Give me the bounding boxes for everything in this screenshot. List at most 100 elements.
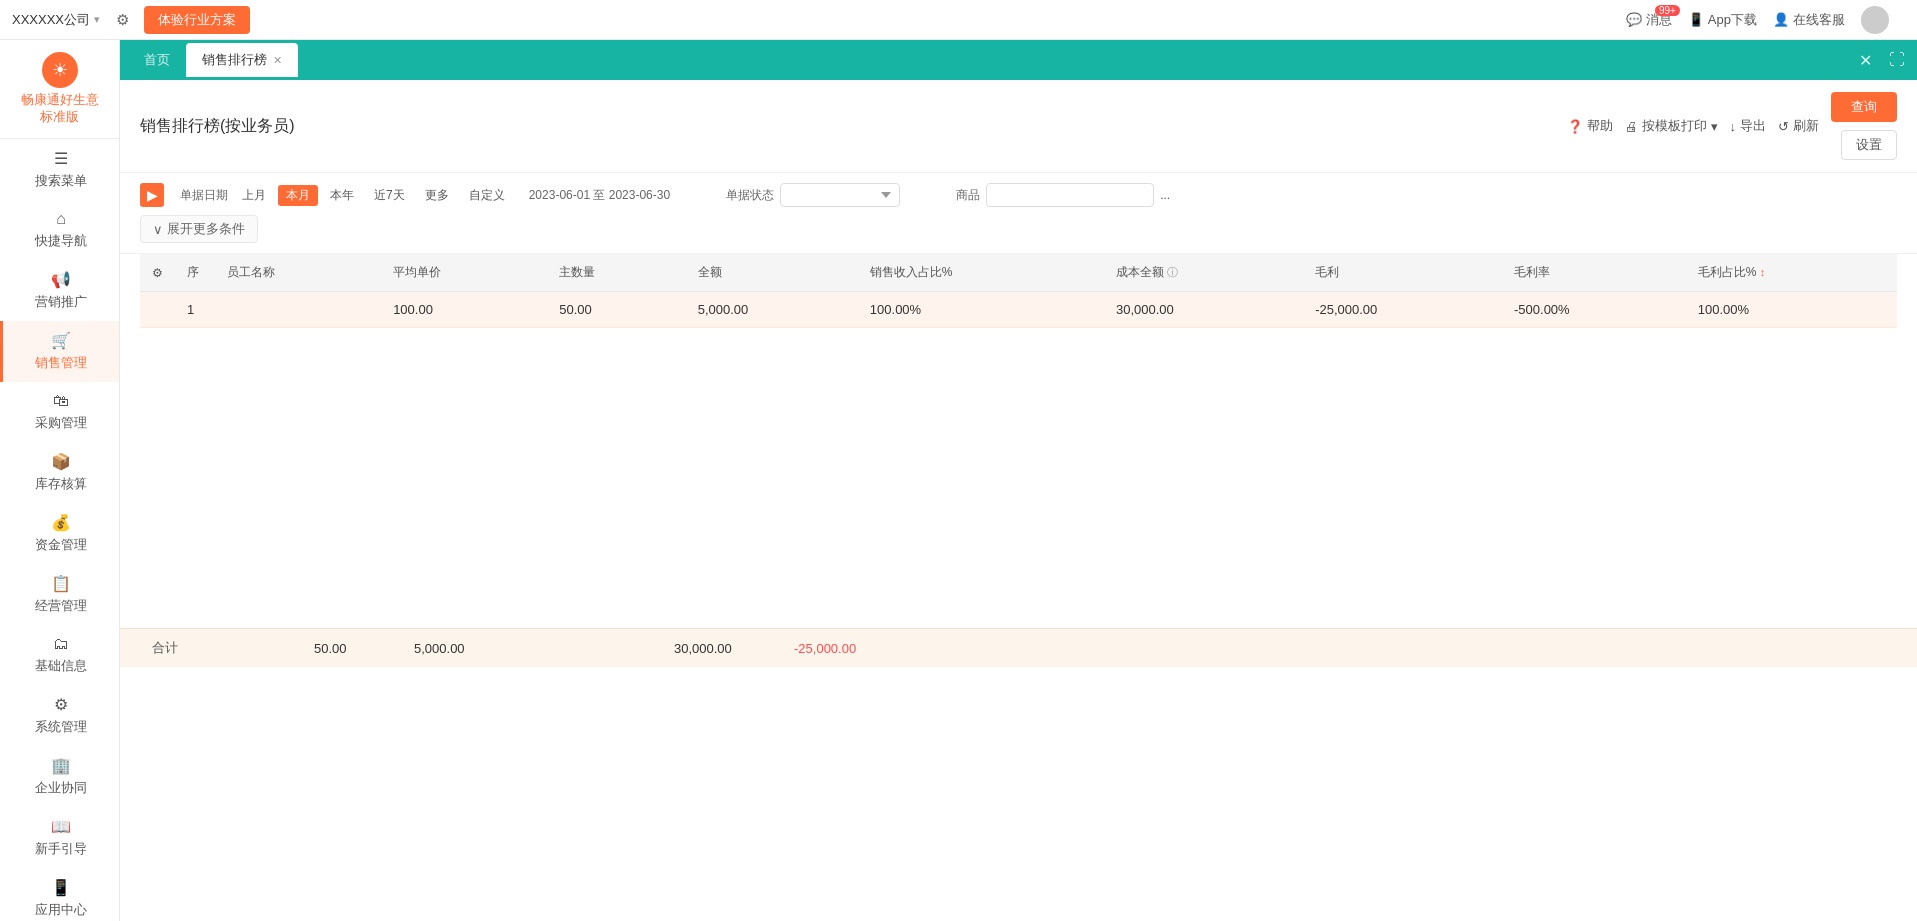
filter-toggle-btn[interactable]: ▶ [140, 183, 164, 207]
filter-area: ▶ 单据日期 上月 本月 本年 近7天 更多 自定义 [120, 173, 1917, 254]
refresh-button[interactable]: ↺ 刷新 [1778, 117, 1819, 135]
sidebar-item-search[interactable]: ☰ 搜索菜单 [0, 139, 119, 200]
refresh-icon: ↺ [1778, 119, 1789, 134]
enterprise-icon: 🏢 [51, 756, 71, 775]
goods-label: 商品 [956, 187, 980, 204]
sidebar-item-system-label: 系统管理 [35, 718, 87, 736]
inventory-icon: 📦 [51, 452, 71, 471]
sidebar-item-purchase-label: 采购管理 [35, 414, 87, 432]
export-button[interactable]: ↓ 导出 [1730, 117, 1767, 135]
sidebar-item-inventory-label: 库存核算 [35, 475, 87, 493]
goods-input[interactable] [986, 183, 1154, 207]
cell-employee [215, 292, 381, 328]
settings-icon[interactable]: ⚙ [108, 6, 136, 34]
table-header: ⚙ 序 员工名称 平均单价 主数量 全额 销售收入占比% 成本全额 ⓘ 毛利 毛… [140, 254, 1897, 292]
top-right-actions: 💬 消息 99+ 📱 App下载 👤 在线客服 [1626, 6, 1905, 34]
sidebar-item-marketing-label: 营销推广 [35, 293, 87, 311]
date-label: 单据日期 [180, 187, 228, 204]
status-select[interactable] [780, 183, 900, 207]
marketing-icon: 📢 [51, 270, 71, 289]
date-opt-7days[interactable]: 近7天 [366, 185, 413, 206]
cell-main-qty: 50.00 [547, 292, 685, 328]
logo-icon: ☀ [42, 52, 78, 88]
template-print-label: 按模板打印 [1642, 117, 1707, 135]
search-menu-icon: ☰ [54, 149, 68, 168]
help-label: 帮助 [1587, 117, 1613, 135]
trial-button[interactable]: 体验行业方案 [144, 6, 250, 34]
date-opt-last-month[interactable]: 上月 [234, 185, 274, 206]
expand-button[interactable]: ∨ 展开更多条件 [140, 215, 258, 243]
col-gross-rate: 毛利率 [1502, 254, 1686, 292]
tab-fullscreen-icon[interactable]: ⛶ [1885, 48, 1909, 72]
footer-amount: 5,000.00 [414, 641, 534, 656]
cell-gross-pct: 100.00% [1686, 292, 1897, 328]
tab-bar: 首页 销售排行榜 ✕ ✕ ⛶ [120, 40, 1917, 80]
settings-button[interactable]: 设置 [1841, 130, 1897, 160]
sidebar-item-system[interactable]: ⚙ 系统管理 [0, 685, 119, 746]
table-footer: 合计 50.00 5,000.00 30,000.00 -25,000.00 [120, 628, 1917, 667]
finance-icon: 💰 [51, 513, 71, 532]
tab-home[interactable]: 首页 [128, 43, 186, 77]
date-opt-custom[interactable]: 自定义 [461, 185, 513, 206]
cell-gross: -25,000.00 [1303, 292, 1502, 328]
template-print-button[interactable]: 🖨 按模板打印 ▾ [1625, 117, 1718, 135]
tab-sales-rank[interactable]: 销售排行榜 ✕ [186, 43, 298, 77]
col-settings[interactable]: ⚙ [140, 254, 175, 292]
col-gross-pct: 毛利占比% ↕ [1686, 254, 1897, 292]
cell-avg-price: 100.00 [381, 292, 547, 328]
help-icon: ❓ [1567, 119, 1583, 134]
expand-icon: ∨ [153, 222, 163, 237]
app-icon: 📱 [1688, 12, 1704, 27]
sidebar-item-app-center[interactable]: 📱 应用中心 [0, 868, 119, 921]
tab-sales-rank-label: 销售排行榜 [202, 51, 267, 69]
cell-gross-rate: -500.00% [1502, 292, 1686, 328]
sidebar-item-quicknav-label: 快捷导航 [35, 232, 87, 250]
footer-cost: 30,000.00 [674, 641, 794, 656]
data-table: ⚙ 序 员工名称 平均单价 主数量 全额 销售收入占比% 成本全额 ⓘ 毛利 毛… [140, 254, 1897, 328]
expand-label: 展开更多条件 [167, 220, 245, 238]
cell-amount: 5,000.00 [686, 292, 858, 328]
sidebar-item-marketing[interactable]: 📢 营销推广 [0, 260, 119, 321]
app-download-button[interactable]: 📱 App下载 [1688, 11, 1757, 29]
date-opt-this-month[interactable]: 本月 [278, 185, 318, 206]
page-title: 销售排行榜(按业务员) [140, 116, 295, 137]
app-center-icon: 📱 [51, 878, 71, 897]
message-badge: 99+ [1655, 5, 1680, 16]
online-service-button[interactable]: 👤 在线客服 [1773, 11, 1845, 29]
sidebar-item-sales-label: 销售管理 [35, 354, 87, 372]
tab-close-window-icon[interactable]: ✕ [1853, 48, 1877, 72]
filter-goods: 商品 ... [956, 183, 1170, 207]
sidebar-item-finance[interactable]: 💰 资金管理 [0, 503, 119, 564]
table-row: 1 100.00 50.00 5,000.00 100.00% 30,000.0… [140, 292, 1897, 328]
footer-gross: -25,000.00 [794, 641, 914, 656]
sidebar-item-sales[interactable]: 🛒 销售管理 [0, 321, 119, 382]
message-button[interactable]: 💬 消息 99+ [1626, 11, 1672, 29]
sidebar-item-purchase[interactable]: 🛍 采购管理 [0, 382, 119, 442]
date-opt-more[interactable]: 更多 [417, 185, 457, 206]
sidebar-item-operations-label: 经营管理 [35, 597, 87, 615]
sidebar-item-inventory[interactable]: 📦 库存核算 [0, 442, 119, 503]
page-actions: ❓ 帮助 🖨 按模板打印 ▾ ↓ 导出 ↺ 刷新 [1567, 92, 1898, 160]
sidebar-item-basic-info[interactable]: 🗂 基础信息 [0, 625, 119, 685]
goods-more-icon[interactable]: ... [1160, 188, 1170, 202]
message-icon: 💬 [1626, 12, 1642, 27]
sidebar-item-quick-nav[interactable]: ⌂ 快捷导航 [0, 200, 119, 260]
sidebar-item-operations[interactable]: 📋 经营管理 [0, 564, 119, 625]
table-wrap: ⚙ 序 员工名称 平均单价 主数量 全额 销售收入占比% 成本全额 ⓘ 毛利 毛… [120, 254, 1917, 328]
date-opt-this-year[interactable]: 本年 [322, 185, 362, 206]
tab-close-icon[interactable]: ✕ [273, 54, 282, 67]
avatar[interactable] [1861, 6, 1889, 34]
purchase-icon: 🛍 [53, 392, 69, 410]
sidebar-item-search-label: 搜索菜单 [35, 172, 87, 190]
sidebar-item-enterprise[interactable]: 🏢 企业协同 [0, 746, 119, 807]
help-button[interactable]: ❓ 帮助 [1567, 117, 1613, 135]
sidebar-item-guide[interactable]: 📖 新手引导 [0, 807, 119, 868]
filter-status: 单据状态 [726, 183, 900, 207]
query-button[interactable]: 查询 [1831, 92, 1897, 122]
company-selector[interactable]: XXXXXX公司 ▾ [12, 11, 100, 29]
col-main-qty: 主数量 [547, 254, 685, 292]
export-icon: ↓ [1730, 119, 1737, 134]
cell-sales-pct: 100.00% [858, 292, 1104, 328]
cell-rank: 1 [175, 292, 215, 328]
col-avg-price: 平均单价 [381, 254, 547, 292]
